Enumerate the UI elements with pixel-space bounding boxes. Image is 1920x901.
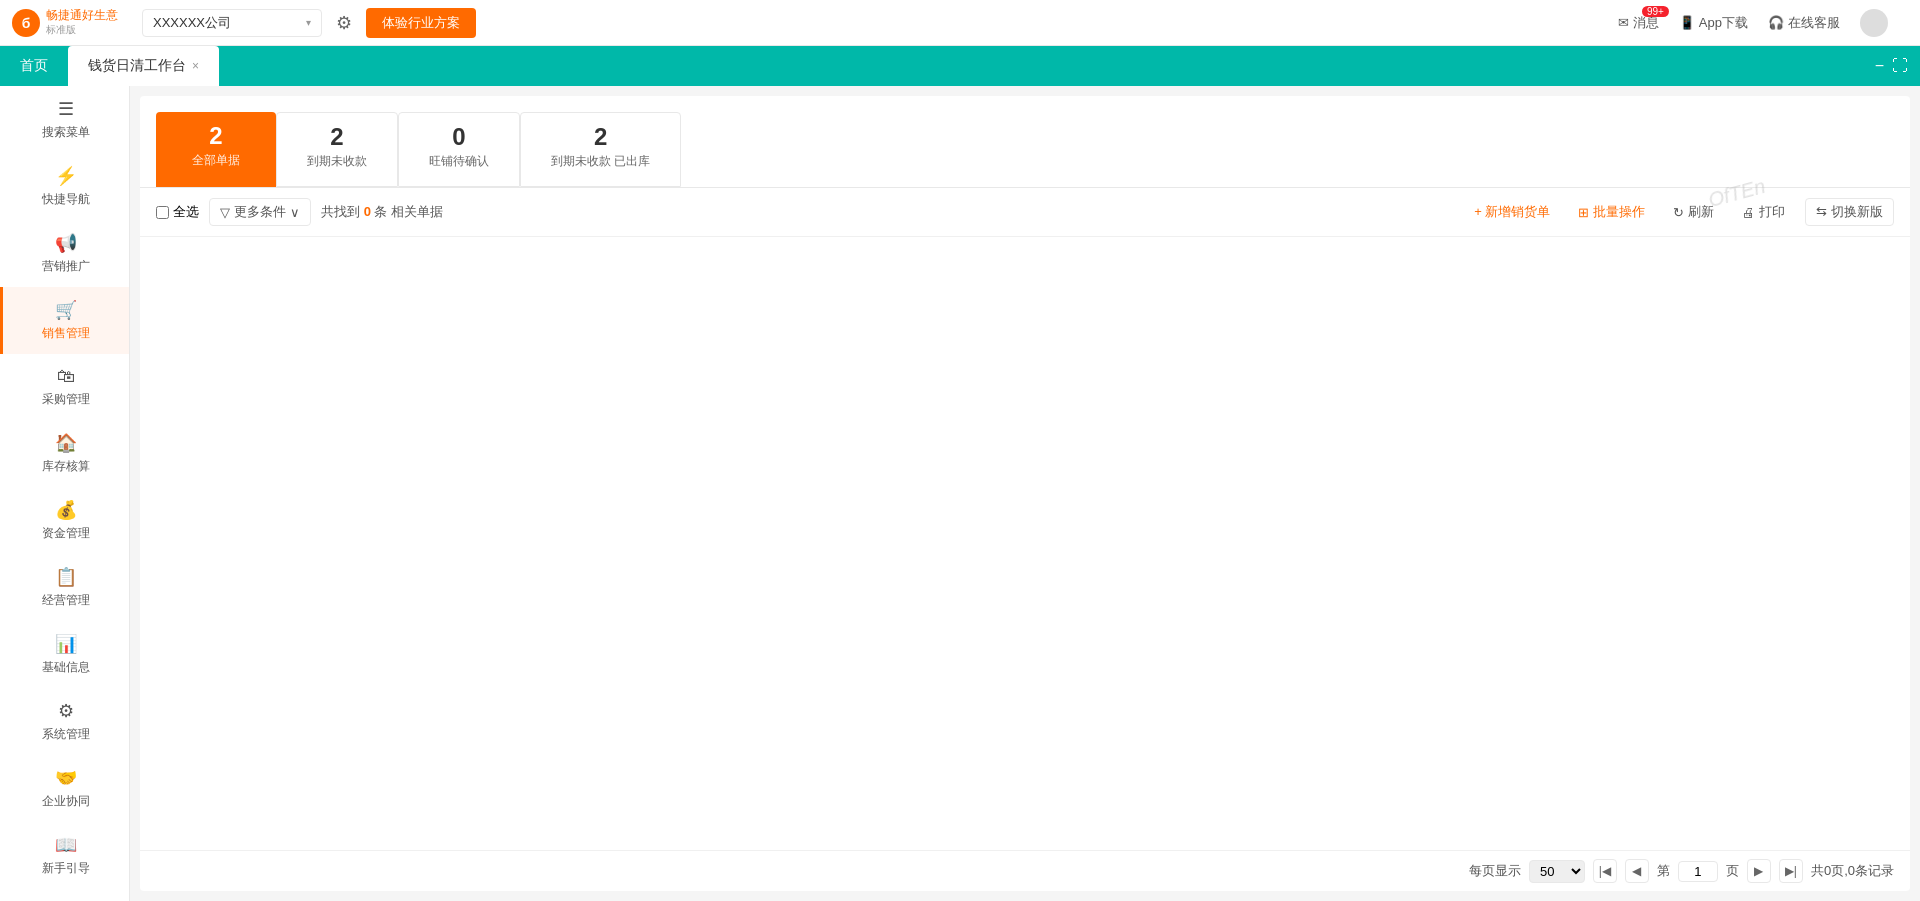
close-tab-icon[interactable]: × (192, 59, 199, 73)
top-header: б 畅捷通好生意 标准版 XXXXXX公司 ▾ ⚙ 体验行业方案 ✉ 消息 99… (0, 0, 1920, 46)
refresh-icon: ↻ (1673, 205, 1684, 220)
stat-card-all[interactable]: 2 全部单据 (156, 112, 276, 187)
basic-info-icon: 📊 (55, 633, 77, 655)
toolbar-left: 全选 ▽ 更多条件 ∨ 共找到 0 条 相关单据 (156, 198, 443, 226)
refresh-button[interactable]: ↻ 刷新 (1665, 199, 1722, 225)
toolbar: 全选 ▽ 更多条件 ∨ 共找到 0 条 相关单据 + 新增销货单 (140, 188, 1910, 237)
sidebar-item-search[interactable]: ☰ 搜索菜单 (0, 86, 129, 153)
nav-tabs: 首页 钱货日清工作台 × − ⛶ (0, 46, 1920, 86)
page-input[interactable]: 1 (1678, 861, 1718, 882)
purchase-icon: 🛍 (57, 366, 75, 387)
batch-operation-button[interactable]: ⊞ 批量操作 (1570, 199, 1653, 225)
sidebar-item-sales[interactable]: 🛒 销售管理 (0, 287, 129, 354)
stat-num-all: 2 (209, 122, 222, 150)
select-all-checkbox[interactable]: 全选 (156, 203, 199, 221)
sidebar-item-inventory[interactable]: 🏠 库存核算 (0, 420, 129, 487)
quick-nav-icon: ⚡ (55, 165, 77, 187)
trial-button[interactable]: 体验行业方案 (366, 8, 476, 38)
logo-icon: б (12, 9, 40, 37)
operations-icon: 📋 (55, 566, 77, 588)
print-icon: 🖨 (1742, 205, 1755, 220)
sidebar-item-quick-nav[interactable]: ⚡ 快捷导航 (0, 153, 129, 220)
filter-button[interactable]: ▽ 更多条件 ∨ (209, 198, 311, 226)
chevron-icon: ∨ (290, 205, 300, 220)
switch-icon: ⇆ (1816, 204, 1827, 219)
sidebar-item-enterprise-collab[interactable]: 🤝 企业协同 (0, 755, 129, 822)
finance-icon: 💰 (55, 499, 77, 521)
minimize-icon[interactable]: − (1875, 57, 1884, 75)
inventory-icon: 🏠 (55, 432, 77, 454)
sidebar-item-operations[interactable]: 📋 经营管理 (0, 554, 129, 621)
sidebar-item-system[interactable]: ⚙ 系统管理 (0, 688, 129, 755)
found-text: 共找到 0 条 相关单据 (321, 203, 443, 221)
settings-button[interactable]: ⚙ (332, 8, 356, 38)
new-sale-button[interactable]: + 新增销货单 (1466, 199, 1558, 225)
page-size-select[interactable]: 50 100 200 (1529, 860, 1585, 883)
logo-sub: 标准版 (46, 23, 118, 37)
next-page-button[interactable]: ▶ (1747, 859, 1771, 883)
content-area: 2 全部单据 2 到期未收款 0 旺铺待确认 2 到期未收款 已出库 (130, 86, 1920, 901)
sidebar-item-purchase[interactable]: 🛍 采购管理 (0, 354, 129, 420)
found-count: 0 (364, 204, 371, 219)
stat-num-overdue: 2 (330, 123, 343, 151)
sidebar-item-marketing[interactable]: 📢 营销推广 (0, 220, 129, 287)
company-selector[interactable]: XXXXXX公司 ▾ (142, 9, 322, 37)
message-badge: 99+ (1642, 6, 1669, 17)
download-icon: 📱 (1679, 15, 1695, 30)
sidebar-item-finance[interactable]: 💰 资金管理 (0, 487, 129, 554)
stat-num-overdue-shipped: 2 (594, 123, 607, 151)
print-button[interactable]: 🖨 打印 (1734, 199, 1793, 225)
logo-text: 畅捷通好生意 (46, 8, 118, 24)
first-page-button[interactable]: |◀ (1593, 859, 1617, 883)
stat-card-wangpu[interactable]: 0 旺铺待确认 (398, 112, 520, 187)
header-right: ✉ 消息 99+ 📱 App下载 🎧 在线客服 (1618, 9, 1908, 37)
stat-label-overdue-shipped: 到期未收款 已出库 (551, 153, 650, 170)
prev-page-button[interactable]: ◀ (1625, 859, 1649, 883)
avatar[interactable] (1860, 9, 1888, 37)
stat-num-wangpu: 0 (452, 123, 465, 151)
enterprise-collab-icon: 🤝 (55, 767, 77, 789)
sidebar-item-basic-info[interactable]: 📊 基础信息 (0, 621, 129, 688)
last-page-button[interactable]: ▶| (1779, 859, 1803, 883)
total-pages: 共0页,0条记录 (1811, 862, 1894, 880)
toolbar-right: + 新增销货单 ⊞ 批量操作 ↻ 刷新 🖨 打印 ⇆ (1466, 198, 1894, 226)
app-download-button[interactable]: 📱 App下载 (1679, 14, 1748, 32)
window-controls: − ⛶ (1875, 57, 1920, 75)
online-service-button[interactable]: 🎧 在线客服 (1768, 14, 1840, 32)
stat-card-overdue[interactable]: 2 到期未收款 (276, 112, 398, 187)
stat-label-wangpu: 旺铺待确认 (429, 153, 489, 170)
stat-card-overdue-shipped[interactable]: 2 到期未收款 已出库 (520, 112, 681, 187)
content-inner: 2 全部单据 2 到期未收款 0 旺铺待确认 2 到期未收款 已出库 (140, 96, 1910, 891)
guide-icon: 📖 (55, 834, 77, 856)
message-button[interactable]: ✉ 消息 99+ (1618, 14, 1659, 32)
tab-home[interactable]: 首页 (0, 46, 68, 86)
sidebar-item-app-center[interactable]: 🏪 应用中心 (0, 889, 129, 901)
chevron-down-icon: ▾ (306, 17, 311, 28)
stat-cards: 2 全部单据 2 到期未收款 0 旺铺待确认 2 到期未收款 已出库 (140, 96, 1910, 188)
sales-icon: 🛒 (55, 299, 77, 321)
batch-icon: ⊞ (1578, 205, 1589, 220)
headset-icon: 🎧 (1768, 15, 1784, 30)
stat-label-overdue: 到期未收款 (307, 153, 367, 170)
maximize-icon[interactable]: ⛶ (1892, 57, 1908, 75)
checkbox-input[interactable] (156, 206, 169, 219)
sidebar: ☰ 搜索菜单 ⚡ 快捷导航 📢 营销推广 🛒 销售管理 🛍 采购管理 🏠 库存核… (0, 86, 130, 901)
table-area (140, 237, 1910, 850)
tab-active[interactable]: 钱货日清工作台 × (68, 46, 219, 86)
stat-label-all: 全部单据 (192, 152, 240, 169)
main-layout: ☰ 搜索菜单 ⚡ 快捷导航 📢 营销推广 🛒 销售管理 🛍 采购管理 🏠 库存核… (0, 86, 1920, 901)
logo-area: б 畅捷通好生意 标准版 (12, 8, 142, 38)
marketing-icon: 📢 (55, 232, 77, 254)
switch-version-button[interactable]: ⇆ 切换新版 (1805, 198, 1894, 226)
search-menu-icon: ☰ (58, 98, 74, 120)
message-icon: ✉ (1618, 15, 1629, 30)
filter-icon: ▽ (220, 205, 230, 220)
system-icon: ⚙ (58, 700, 74, 722)
pagination: 每页显示 50 100 200 |◀ ◀ 第 1 页 ▶ ▶| 共0页,0条记录 (140, 850, 1910, 891)
sidebar-item-guide[interactable]: 📖 新手引导 (0, 822, 129, 889)
